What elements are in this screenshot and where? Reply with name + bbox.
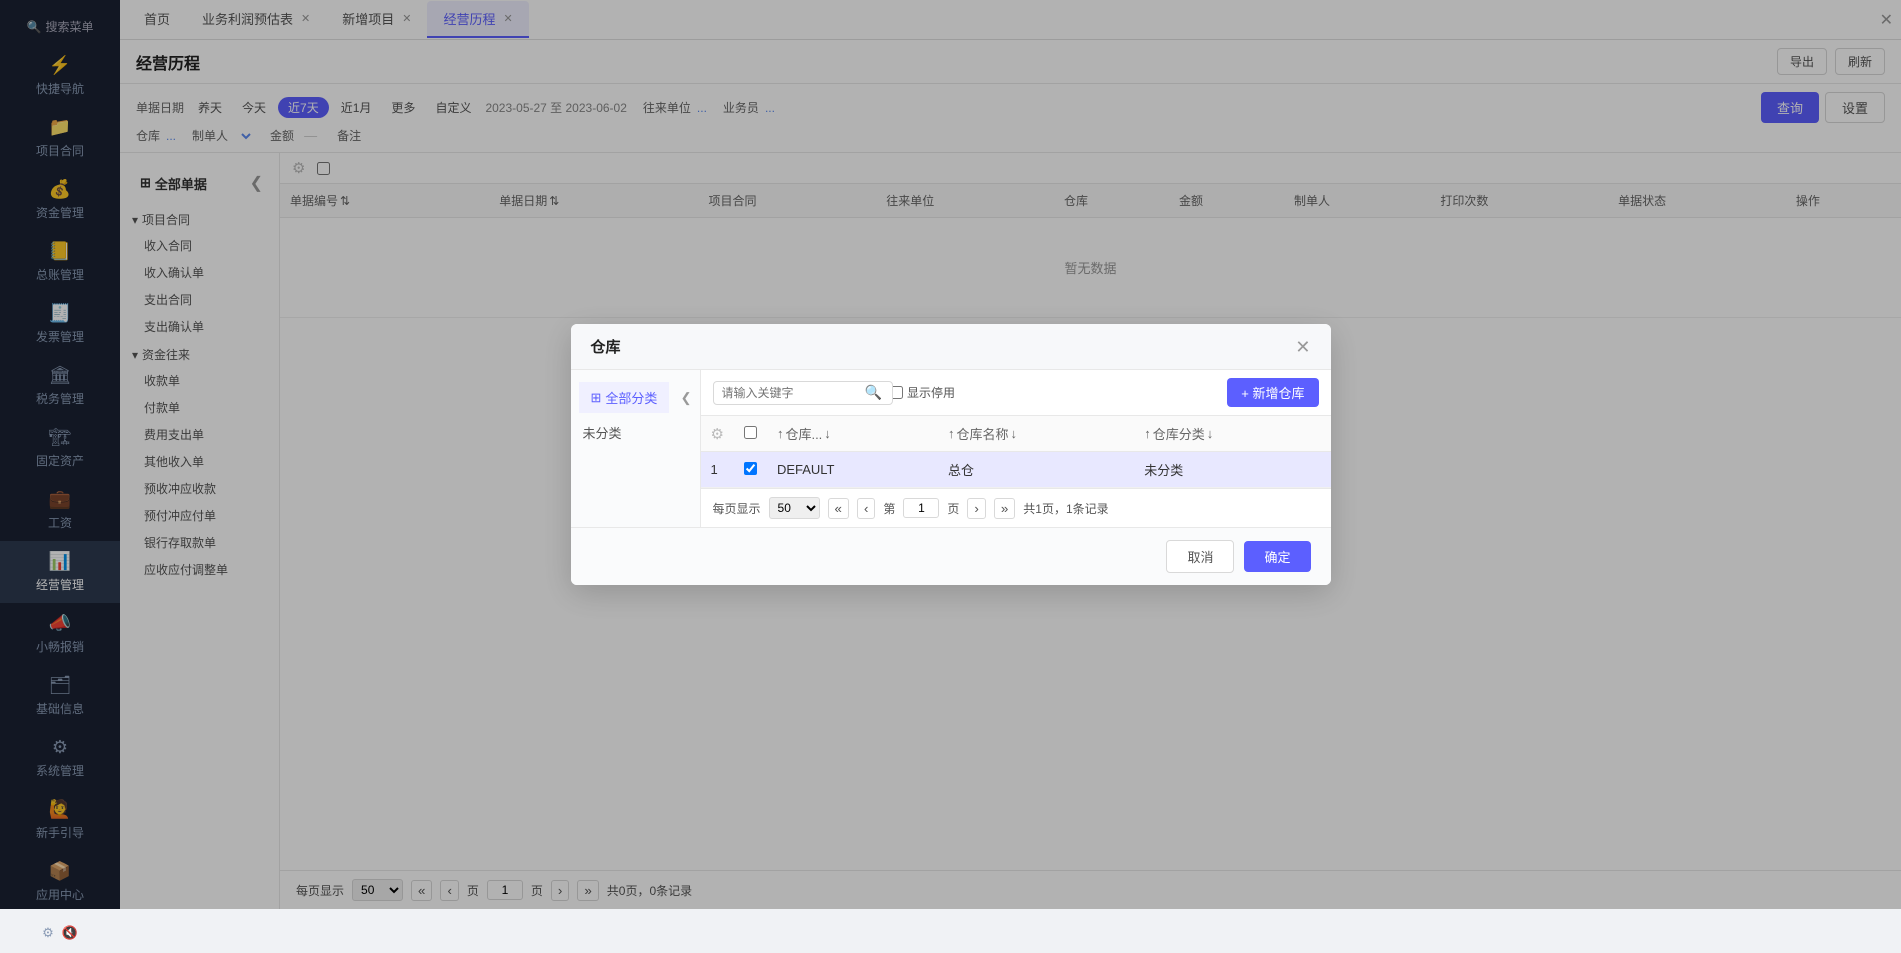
modal-overlay: 仓库 ✕ ⊞ 全部分类 ❮ 未分类 (0, 0, 1901, 909)
grid-icon2: ⊞ (591, 390, 602, 406)
modal-search-icon[interactable]: 🔍 (865, 384, 882, 401)
sort-desc-icon: ↓ (824, 426, 831, 441)
modal-all-label: 全部分类 (605, 388, 657, 407)
modal-current-page-input[interactable] (903, 498, 939, 518)
sort-desc-icon2: ↓ (1010, 426, 1017, 441)
modal-category-all[interactable]: ⊞ 全部分类 (579, 382, 670, 413)
row-seq: 1 (701, 452, 734, 488)
row-category: 未分类 (1134, 452, 1330, 488)
modal-left-header: ⊞ 全部分类 ❮ (571, 378, 700, 417)
show-disabled-label: 显示停用 (907, 384, 955, 401)
modal-last-page-btn[interactable]: » (994, 498, 1015, 519)
table-row[interactable]: 1 DEFAULT 总仓 未分类 (701, 452, 1331, 488)
modal-th-checkbox (734, 416, 767, 452)
modal-left-panel: ⊞ 全部分类 ❮ 未分类 (571, 370, 701, 527)
modal-total-info: 共1页，1条记录 (1023, 500, 1108, 517)
modal-pagination: 每页显示 50 100 « ‹ 第 页 › » 共1页，1条记录 (701, 488, 1331, 527)
sort-asc-icon2: ↑ (948, 426, 955, 441)
show-disabled-checkbox-label: 显示停用 (890, 384, 955, 401)
modal-title: 仓库 (591, 336, 621, 357)
settings-bottom-icon[interactable]: ⚙ (42, 925, 54, 941)
modal-table-area: ⚙ ↑ 仓库... ↓ ↑ 仓库名称 ↓ ↑ 仓库分类 ↓ 1 (701, 416, 1331, 488)
row-checkbox-cell (734, 452, 767, 488)
sort-desc-icon3: ↓ (1207, 426, 1214, 441)
row-checkbox[interactable] (744, 462, 757, 475)
modal-per-page-select[interactable]: 50 100 (769, 497, 820, 519)
modal-category-unclassified[interactable]: 未分类 (571, 417, 700, 448)
modal-th-code: ↑ 仓库... ↓ (767, 416, 938, 452)
modal-th-category: ↑ 仓库分类 ↓ (1134, 416, 1330, 452)
modal-th-name: ↑ 仓库名称 ↓ (938, 416, 1134, 452)
modal-th-settings: ⚙ (701, 416, 734, 452)
add-warehouse-button[interactable]: + 新增仓库 (1227, 378, 1318, 407)
row-name: 总仓 (938, 452, 1134, 488)
modal-per-page-label: 每页显示 (713, 500, 761, 517)
modal-unclassified-label: 未分类 (583, 423, 622, 442)
modal-right-panel: 🔍 显示停用 + 新增仓库 ⚙ (701, 370, 1331, 527)
modal-page-word: 第 (883, 500, 895, 517)
sort-asc-icon3: ↑ (1144, 426, 1151, 441)
sort-asc-icon: ↑ (777, 426, 784, 441)
modal-select-all-checkbox[interactable] (744, 426, 757, 439)
modal-warehouse-table: ⚙ ↑ 仓库... ↓ ↑ 仓库名称 ↓ ↑ 仓库分类 ↓ 1 (701, 416, 1331, 488)
modal-page-word2: 页 (947, 500, 959, 517)
modal-toolbar: 🔍 显示停用 + 新增仓库 (701, 370, 1331, 416)
modal-next-page-btn[interactable]: › (967, 498, 985, 519)
sidebar-bottom: ⚙ 🔇 (42, 913, 78, 953)
modal-header: 仓库 ✕ (571, 324, 1331, 370)
row-code: DEFAULT (767, 452, 938, 488)
modal-body: ⊞ 全部分类 ❮ 未分类 🔍 (571, 370, 1331, 527)
modal-first-page-btn[interactable]: « (828, 498, 849, 519)
confirm-button[interactable]: 确定 (1244, 541, 1310, 572)
modal-footer: 取消 确定 (571, 527, 1331, 585)
modal-close-btn[interactable]: ✕ (1295, 338, 1310, 356)
warehouse-modal: 仓库 ✕ ⊞ 全部分类 ❮ 未分类 (571, 324, 1331, 585)
modal-left-collapse-btn[interactable]: ❮ (681, 390, 692, 406)
cancel-button[interactable]: 取消 (1166, 540, 1234, 573)
sound-bottom-icon[interactable]: 🔇 (62, 925, 78, 941)
modal-prev-page-btn[interactable]: ‹ (857, 498, 875, 519)
modal-settings-icon[interactable]: ⚙ (711, 426, 724, 443)
